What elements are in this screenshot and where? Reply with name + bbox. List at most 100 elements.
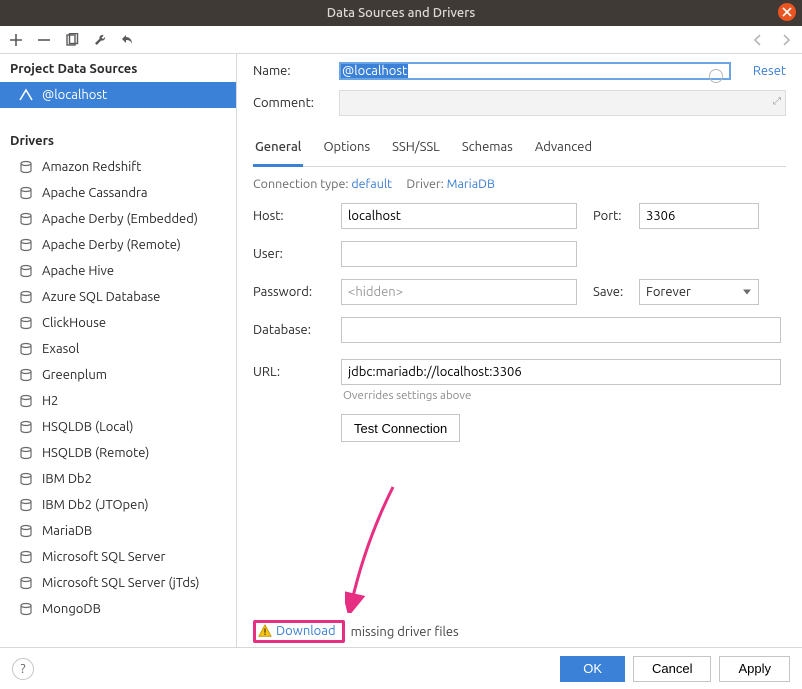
driver-item[interactable]: HSQLDB (Remote) — [0, 440, 236, 466]
driver-icon — [18, 575, 34, 591]
ok-button[interactable]: OK — [560, 656, 625, 682]
driver-icon — [18, 289, 34, 305]
port-input[interactable] — [639, 203, 759, 229]
main-panel: Name: @localhost Reset Comment: ⤢ Genera… — [237, 54, 802, 647]
driver-icon — [18, 341, 34, 357]
driver-label: MariaDB — [42, 524, 92, 538]
driver-label: Exasol — [42, 342, 79, 356]
conn-type-link[interactable]: default — [351, 177, 392, 191]
driver-icon — [18, 159, 34, 175]
url-label: URL: — [253, 365, 331, 379]
driver-icon — [18, 523, 34, 539]
driver-label: Driver: — [406, 177, 443, 191]
reset-link[interactable]: Reset — [753, 64, 786, 78]
password-input[interactable] — [341, 279, 577, 305]
download-rest: missing driver files — [351, 625, 459, 639]
sidebar[interactable]: Project Data Sources @localhost Drivers … — [0, 54, 237, 647]
name-input[interactable]: @localhost — [341, 64, 408, 78]
window-close-button[interactable] — [778, 3, 796, 21]
driver-item[interactable]: Apache Cassandra — [0, 180, 236, 206]
user-label: User: — [253, 247, 331, 261]
driver-icon — [18, 601, 34, 617]
toolbar — [0, 26, 802, 54]
driver-label: IBM Db2 — [42, 472, 92, 486]
port-label: Port: — [593, 209, 629, 223]
password-label: Password: — [253, 285, 331, 299]
driver-label: H2 — [42, 394, 58, 408]
driver-item[interactable]: Amazon Redshift — [0, 154, 236, 180]
tab-general[interactable]: General — [253, 132, 303, 167]
driver-icon — [18, 471, 34, 487]
driver-item[interactable]: Microsoft SQL Server (jTds) — [0, 570, 236, 596]
copy-icon[interactable] — [64, 32, 80, 48]
driver-label: Azure SQL Database — [42, 290, 160, 304]
driver-item[interactable]: HSQLDB (Local) — [0, 414, 236, 440]
window-title: Data Sources and Drivers — [327, 6, 475, 20]
datasource-label: @localhost — [42, 88, 107, 102]
tab-options[interactable]: Options — [321, 132, 372, 166]
driver-label: MongoDB — [42, 602, 101, 616]
cancel-button[interactable]: Cancel — [633, 656, 711, 682]
revert-icon[interactable] — [120, 32, 136, 48]
driver-link[interactable]: MariaDB — [447, 177, 495, 191]
save-select[interactable]: Forever — [639, 279, 759, 305]
driver-icon — [18, 315, 34, 331]
expand-icon[interactable]: ⤢ — [773, 95, 781, 107]
driver-icon — [18, 445, 34, 461]
driver-item[interactable]: Exasol — [0, 336, 236, 362]
clear-icon[interactable] — [709, 69, 723, 83]
tab-advanced[interactable]: Advanced — [533, 132, 594, 166]
driver-label: IBM Db2 (JTOpen) — [42, 498, 149, 512]
name-label: Name: — [253, 64, 331, 78]
download-link[interactable]: Download — [276, 624, 336, 638]
driver-icon — [18, 211, 34, 227]
driver-item[interactable]: Greenplum — [0, 362, 236, 388]
driver-label: Microsoft SQL Server (jTds) — [42, 576, 200, 590]
driver-item[interactable]: Apache Derby (Embedded) — [0, 206, 236, 232]
wrench-icon[interactable] — [92, 32, 108, 48]
user-input[interactable] — [341, 241, 577, 267]
driver-icon — [18, 419, 34, 435]
driver-item[interactable]: IBM Db2 (JTOpen) — [0, 492, 236, 518]
titlebar: Data Sources and Drivers — [0, 0, 802, 26]
datasource-icon — [18, 87, 34, 103]
driver-label: Apache Cassandra — [42, 186, 148, 200]
forward-icon — [778, 32, 794, 48]
driver-label: Apache Derby (Embedded) — [42, 212, 198, 226]
driver-icon — [18, 549, 34, 565]
driver-item[interactable]: MongoDB — [0, 596, 236, 622]
driver-item[interactable]: Apache Hive — [0, 258, 236, 284]
database-label: Database: — [253, 323, 331, 337]
override-note: Overrides settings above — [343, 389, 786, 402]
driver-label: Apache Derby (Remote) — [42, 238, 181, 252]
driver-item[interactable]: IBM Db2 — [0, 466, 236, 492]
apply-button[interactable]: Apply — [719, 656, 790, 682]
tab-schemas[interactable]: Schemas — [460, 132, 515, 166]
driver-item[interactable]: Microsoft SQL Server — [0, 544, 236, 570]
bottombar: ? OK Cancel Apply — [0, 647, 802, 689]
tabs: General Options SSH/SSL Schemas Advanced — [253, 132, 786, 167]
driver-item[interactable]: Azure SQL Database — [0, 284, 236, 310]
comment-input[interactable]: ⤢ — [339, 90, 786, 116]
driver-icon — [18, 497, 34, 513]
driver-icon — [18, 185, 34, 201]
test-connection-button[interactable]: Test Connection — [341, 414, 460, 442]
add-icon[interactable] — [8, 32, 24, 48]
database-input[interactable] — [341, 317, 781, 343]
remove-icon[interactable] — [36, 32, 52, 48]
driver-icon — [18, 263, 34, 279]
help-button[interactable]: ? — [12, 658, 34, 680]
driver-icon — [18, 237, 34, 253]
driver-item[interactable]: H2 — [0, 388, 236, 414]
driver-label: Microsoft SQL Server — [42, 550, 165, 564]
tab-sshssl[interactable]: SSH/SSL — [390, 132, 442, 166]
url-input[interactable] — [341, 359, 781, 385]
driver-icon — [18, 367, 34, 383]
host-input[interactable] — [341, 203, 577, 229]
driver-label: HSQLDB (Remote) — [42, 446, 149, 460]
driver-label: Amazon Redshift — [42, 160, 141, 174]
driver-item[interactable]: Apache Derby (Remote) — [0, 232, 236, 258]
driver-item[interactable]: ClickHouse — [0, 310, 236, 336]
driver-item[interactable]: MariaDB — [0, 518, 236, 544]
datasource-item-localhost[interactable]: @localhost — [0, 82, 236, 108]
